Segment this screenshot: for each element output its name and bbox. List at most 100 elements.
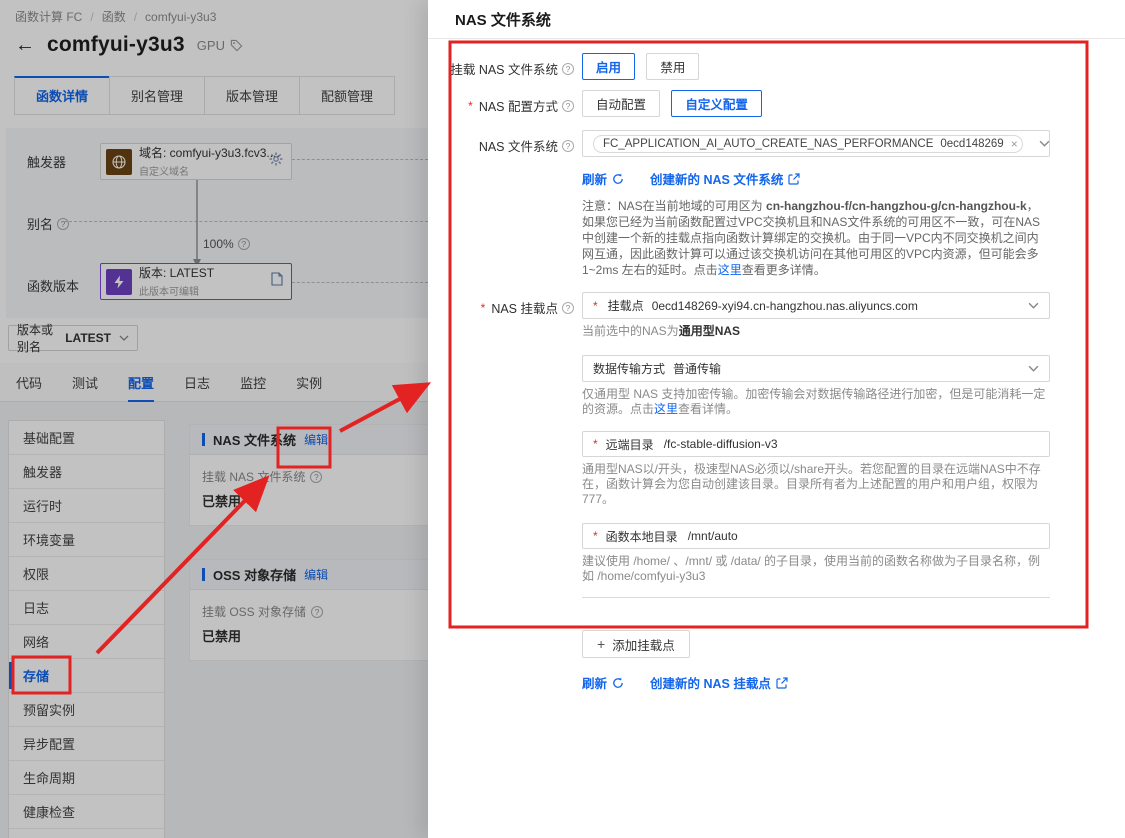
version-select-value: LATEST — [65, 331, 111, 345]
tab-configuration[interactable]: 配置 — [128, 363, 154, 402]
help-icon[interactable]: ? — [311, 606, 323, 618]
transfer-mode-value: 普通传输 — [673, 360, 721, 377]
sidebar-item-basic-config[interactable]: 基础配置 — [9, 421, 164, 455]
tab-version-management[interactable]: 版本管理 — [204, 76, 300, 115]
version-select-label: 版本或别名 — [17, 321, 57, 355]
sidebar-item-async-config[interactable]: 异步配置 — [9, 727, 164, 761]
local-dir-hint: 建议使用 /home/ 、/mnt/ 或 /data/ 的子目录，使用当前的函数… — [582, 554, 1050, 584]
help-icon[interactable]: ? — [57, 218, 69, 230]
tab-code[interactable]: 代码 — [16, 363, 42, 402]
create-nas-fs-link[interactable]: 创建新的 NAS 文件系统 — [650, 169, 800, 188]
chevron-down-icon — [1028, 302, 1039, 309]
nas-fs-selected-tag: FC_APPLICATION_AI_AUTO_CREATE_NAS_PERFOR… — [593, 135, 1023, 153]
mount-point-select[interactable]: * 挂载点 0ecd148269-xyi94.cn-hangzhou.nas.a… — [582, 292, 1050, 319]
sidebar-item-lifecycle[interactable]: 生命周期 — [9, 761, 164, 795]
oss-card-body: 挂载 OSS 对象存储 ? 已禁用 — [190, 590, 428, 658]
chevron-down-icon — [119, 335, 129, 341]
tab-logs[interactable]: 日志 — [184, 363, 210, 402]
domain-node-title: 域名: comfyui-y3u3.fcv3.... — [139, 146, 280, 160]
disable-button[interactable]: 禁用 — [646, 53, 699, 80]
page-header: ← comfyui-y3u3 GPU — [15, 33, 243, 57]
nas-fs-select[interactable]: FC_APPLICATION_AI_AUTO_CREATE_NAS_PERFOR… — [582, 130, 1050, 157]
chevron-down-icon — [1028, 365, 1039, 372]
refresh-icon — [612, 677, 624, 689]
drawer-header: NAS 文件系统 — [428, 0, 1125, 39]
document-icon[interactable] — [271, 272, 283, 291]
alias-dash-line — [64, 221, 428, 222]
tab-instances[interactable]: 实例 — [296, 363, 322, 402]
version-node-subtitle: 此版本可编辑 — [139, 287, 199, 298]
sidebar-item-permissions[interactable]: 权限 — [9, 557, 164, 591]
remote-dir-hint: 通用型NAS以/开头，极速型NAS必须以/share开头。若您配置的目录在远端N… — [582, 462, 1050, 507]
external-link-icon — [788, 173, 800, 185]
function-tabs: 代码 测试 配置 日志 监控 实例 — [0, 363, 428, 402]
transfer-mode-select[interactable]: 数据传输方式 普通传输 — [582, 355, 1050, 382]
oss-edit-link[interactable]: 编辑 — [304, 566, 328, 583]
version-node[interactable]: 版本: LATEST 此版本可编辑 — [100, 263, 292, 300]
mount-nas-row: 挂载 NAS 文件系统? 启用 禁用 — [428, 53, 1125, 80]
globe-icon — [106, 149, 132, 175]
refresh-mount-points-link[interactable]: 刷新 — [582, 673, 624, 692]
create-mount-point-link[interactable]: 创建新的 NAS 挂载点 — [650, 673, 788, 692]
breadcrumb-app[interactable]: 函数计算 FC — [15, 8, 82, 25]
transfer-mode-field-label: 数据传输方式 — [593, 360, 665, 377]
domain-node-subtitle: 自定义域名 — [139, 167, 189, 178]
mount-point-label: *NAS 挂载点? — [428, 292, 582, 317]
more-details-link[interactable]: 这里 — [718, 263, 742, 277]
help-icon[interactable]: ? — [310, 471, 322, 483]
refresh-link[interactable]: 刷新 — [582, 169, 624, 188]
version-dash-line — [292, 282, 428, 283]
custom-config-button[interactable]: 自定义配置 — [671, 90, 762, 117]
sidebar-item-runtime[interactable]: 运行时 — [9, 489, 164, 523]
refresh-icon — [612, 173, 624, 185]
function-detail-page: 函数计算 FC / 函数 / comfyui-y3u3 ← comfyui-y3… — [0, 0, 428, 838]
help-icon[interactable]: ? — [562, 100, 574, 112]
page: 函数计算 FC / 函数 / comfyui-y3u3 ← comfyui-y3… — [0, 0, 1125, 838]
version-or-alias-select[interactable]: 版本或别名 LATEST — [8, 325, 138, 351]
sidebar-item-network[interactable]: 网络 — [9, 625, 164, 659]
enable-button[interactable]: 启用 — [582, 53, 635, 80]
tab-test[interactable]: 测试 — [72, 363, 98, 402]
oss-card-header: OSS 对象存储 编辑 — [190, 560, 428, 590]
nas-card-body: 挂载 NAS 文件系统 ? 已禁用 — [190, 455, 428, 523]
sidebar-item-health-check[interactable]: 健康检查 — [9, 795, 164, 829]
zone-list: cn-hangzhou-f/cn-hangzhou-g/cn-hangzhou-… — [766, 199, 1027, 213]
plus-icon: + — [597, 637, 605, 651]
help-icon[interactable]: ? — [562, 302, 574, 314]
nas-card-title: NAS 文件系统 — [213, 430, 296, 449]
sidebar-item-storage[interactable]: 存储 — [9, 659, 164, 693]
tab-monitoring[interactable]: 监控 — [240, 363, 266, 402]
breadcrumb-section[interactable]: 函数 — [102, 8, 126, 25]
config-mode-row: *NAS 配置方式? 自动配置 自定义配置 — [428, 90, 1125, 117]
help-icon[interactable]: ? — [562, 63, 574, 75]
nas-edit-link[interactable]: 编辑 — [304, 431, 328, 448]
custom-domain-node[interactable]: 域名: comfyui-y3u3.fcv3.... 自定义域名 — [100, 143, 292, 180]
transfer-details-link[interactable]: 这里 — [654, 402, 678, 416]
back-arrow-icon[interactable]: ← — [15, 35, 35, 55]
local-dir-input[interactable]: * 函数本地目录 /mnt/auto — [582, 523, 1050, 549]
add-mount-point-button[interactable]: + 添加挂载点 — [582, 630, 690, 658]
mount-point-links: 刷新 创建新的 NAS 挂载点 — [582, 673, 1050, 692]
alias-row-label: 别名 ? — [27, 214, 69, 233]
sidebar-item-triggers[interactable]: 触发器 — [9, 455, 164, 489]
breadcrumb: 函数计算 FC / 函数 / comfyui-y3u3 — [15, 8, 216, 25]
traffic-weight-label: 100% ? — [203, 237, 250, 251]
sidebar-item-env-vars[interactable]: 环境变量 — [9, 523, 164, 557]
help-icon[interactable]: ? — [238, 238, 250, 250]
breadcrumb-separator: / — [134, 10, 137, 24]
tab-function-detail[interactable]: 函数详情 — [14, 76, 110, 115]
tab-quota-management[interactable]: 配额管理 — [299, 76, 395, 115]
nas-fs-links: 刷新 创建新的 NAS 文件系统 — [582, 169, 1050, 188]
help-icon[interactable]: ? — [562, 140, 574, 152]
mount-point-field-label: 挂载点 — [608, 297, 644, 314]
nas-mount-field-value: 已禁用 — [202, 491, 428, 510]
sidebar-item-logs[interactable]: 日志 — [9, 591, 164, 625]
oss-card-title: OSS 对象存储 — [213, 565, 296, 584]
sidebar-item-reserved-instances[interactable]: 预留实例 — [9, 693, 164, 727]
tab-alias-management[interactable]: 别名管理 — [109, 76, 205, 115]
gear-icon[interactable] — [269, 152, 283, 171]
accent-bar — [202, 433, 205, 446]
remote-dir-input[interactable]: * 远端目录 /fc-stable-diffusion-v3 — [582, 431, 1050, 457]
auto-config-button[interactable]: 自动配置 — [582, 90, 660, 117]
remove-tag-icon[interactable]: × — [1011, 137, 1018, 151]
